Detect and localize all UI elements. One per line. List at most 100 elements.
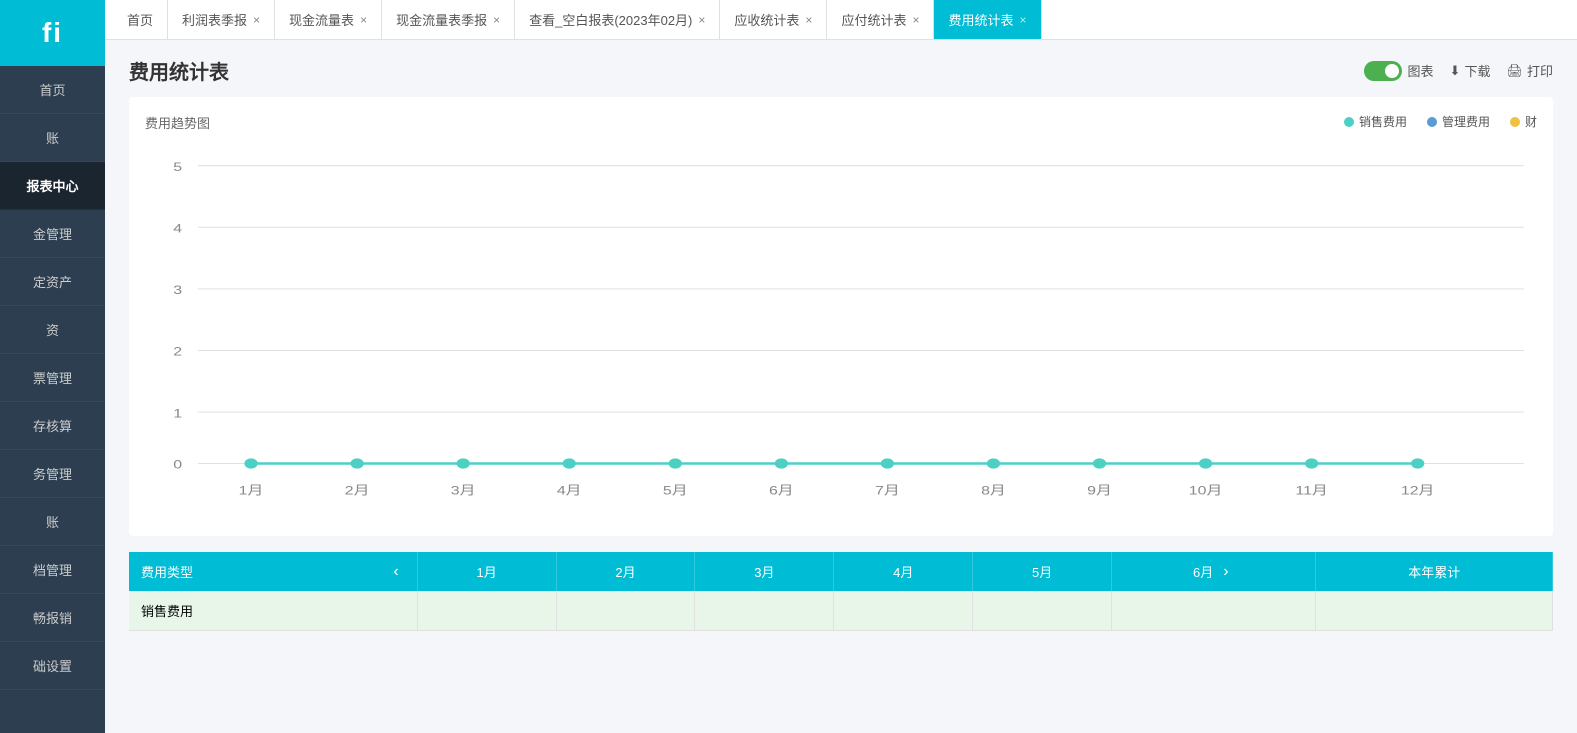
svg-text:5: 5 [173,160,182,174]
chart-svg-area: 5 4 3 2 1 0 [145,140,1537,520]
chart-legend: 销售费用 管理费用 财 [1344,113,1537,130]
legend-dot-finance [1510,117,1520,127]
chart-dot-8 [987,458,1000,468]
svg-text:11月: 11月 [1295,484,1327,498]
row-may [973,591,1112,631]
tab-close-payable[interactable]: × [912,13,919,27]
chart-dot-10 [1199,458,1212,468]
chart-toggle[interactable] [1364,61,1402,81]
row-jan [417,591,556,631]
tab-close-blank-report[interactable]: × [698,13,705,27]
row-mar [695,591,834,631]
legend-sales: 销售费用 [1344,113,1407,130]
sidebar-item-invoice[interactable]: 票管理 [0,354,105,402]
main-area: 首页 利润表季报 × 现金流量表 × 现金流量表季报 × 查看_空白报表(202… [105,0,1577,733]
th-may: 5月 [973,552,1112,591]
sidebar-item-inventory[interactable]: 存核算 [0,402,105,450]
chart-dot-1 [244,458,257,468]
svg-text:10月: 10月 [1189,484,1223,498]
legend-label-finance: 财 [1525,113,1537,130]
th-mar: 3月 [695,552,834,591]
row-apr [834,591,973,631]
svg-text:6月: 6月 [769,484,794,498]
row-jun [1112,591,1316,631]
table-row: 销售费用 [129,591,1553,631]
sidebar-item-expense[interactable]: 畅报销 [0,594,105,642]
download-button[interactable]: ⬇ 下载 [1450,61,1491,80]
tab-close-profit[interactable]: × [253,13,260,27]
tab-profit[interactable]: 利润表季报 × [168,0,275,39]
svg-text:12月: 12月 [1401,484,1435,498]
svg-text:2月: 2月 [345,484,370,498]
tab-close-cashflow[interactable]: × [360,13,367,27]
tab-cashflow[interactable]: 现金流量表 × [275,0,382,39]
svg-text:3月: 3月 [451,484,476,498]
tab-expense-stats[interactable]: 费用统计表 × [934,0,1041,39]
tab-blank-report[interactable]: 查看_空白报表(2023年02月) × [515,0,720,39]
tab-cashflow-q[interactable]: 现金流量表季报 × [382,0,515,39]
th-apr: 4月 [834,552,973,591]
row-type: 销售费用 [129,591,417,631]
svg-text:2: 2 [173,345,182,359]
page-header: 费用统计表 图表 ⬇ 下载 🖨 打印 [105,40,1577,97]
tab-bar: 首页 利润表季报 × 现金流量表 × 现金流量表季报 × 查看_空白报表(202… [105,0,1577,40]
tab-receivable[interactable]: 应收统计表 × [720,0,827,39]
legend-dot-admin [1427,117,1437,127]
sidebar-item-finance[interactable]: 金管理 [0,210,105,258]
sidebar-item-resources[interactable]: 资 [0,306,105,354]
tab-payable[interactable]: 应付统计表 × [827,0,934,39]
chart-title: 费用趋势图 [145,113,1537,132]
sidebar-item-settings[interactable]: 础设置 [0,642,105,690]
next-arrow[interactable]: › [1217,563,1234,581]
legend-label-sales: 销售费用 [1359,113,1407,130]
th-type: 费用类型 ‹ [129,552,417,591]
th-feb: 2月 [556,552,695,591]
chart-dot-2 [350,458,363,468]
svg-text:0: 0 [173,458,182,472]
svg-text:7月: 7月 [875,484,900,498]
svg-text:1: 1 [173,407,182,421]
chart-dot-9 [1093,458,1106,468]
legend-dot-sales [1344,117,1354,127]
sidebar-item-ledger[interactable]: 账 [0,498,105,546]
chart-dot-11 [1305,458,1318,468]
sidebar-item-service[interactable]: 务管理 [0,450,105,498]
chart-dot-4 [563,458,576,468]
tab-close-receivable[interactable]: × [805,13,812,27]
prev-arrow[interactable]: ‹ [387,563,404,581]
chart-dot-3 [457,458,470,468]
svg-text:4: 4 [173,222,182,236]
th-ytd: 本年累计 [1316,552,1553,591]
print-button[interactable]: 🖨 打印 [1506,61,1553,80]
content-area: 费用统计表 图表 ⬇ 下载 🖨 打印 费用趋势图 [105,40,1577,733]
sidebar-item-home[interactable]: 首页 [0,66,105,114]
table-header-row: 费用类型 ‹ 1月 2月 3月 4月 5月 6月 › [129,552,1553,591]
sidebar: fi 首页 账 报表中心 金管理 定资产 资 票管理 存核算 务管理 账 档管理… [0,0,105,733]
chart-dot-12 [1411,458,1424,468]
tab-close-cashflow-q[interactable]: × [493,13,500,27]
page-title: 费用统计表 [129,56,229,85]
th-jan: 1月 [417,552,556,591]
svg-text:8月: 8月 [981,484,1006,498]
sidebar-logo: fi [0,0,105,66]
sidebar-item-reports[interactable]: 报表中心 [0,162,105,210]
chart-container: 费用趋势图 销售费用 管理费用 财 5 [129,97,1553,536]
expense-table: 费用类型 ‹ 1月 2月 3月 4月 5月 6月 › [129,552,1553,631]
svg-text:5月: 5月 [663,484,688,498]
chart-toggle-wrap: 图表 [1364,61,1434,81]
chart-dot-5 [669,458,682,468]
sidebar-item-assets[interactable]: 定资产 [0,258,105,306]
download-icon: ⬇ [1450,63,1461,79]
tab-close-expense-stats[interactable]: × [1019,13,1026,27]
legend-label-admin: 管理费用 [1442,113,1490,130]
row-feb [556,591,695,631]
chart-svg: 5 4 3 2 1 0 [145,140,1537,520]
legend-finance: 财 [1510,113,1537,130]
print-icon: 🖨 [1506,63,1523,79]
tab-home[interactable]: 首页 [113,0,168,39]
header-actions: 图表 ⬇ 下载 🖨 打印 [1364,61,1553,81]
th-jun: 6月 › [1112,552,1316,591]
svg-text:1月: 1月 [239,484,264,498]
sidebar-item-archive[interactable]: 档管理 [0,546,105,594]
sidebar-item-account[interactable]: 账 [0,114,105,162]
